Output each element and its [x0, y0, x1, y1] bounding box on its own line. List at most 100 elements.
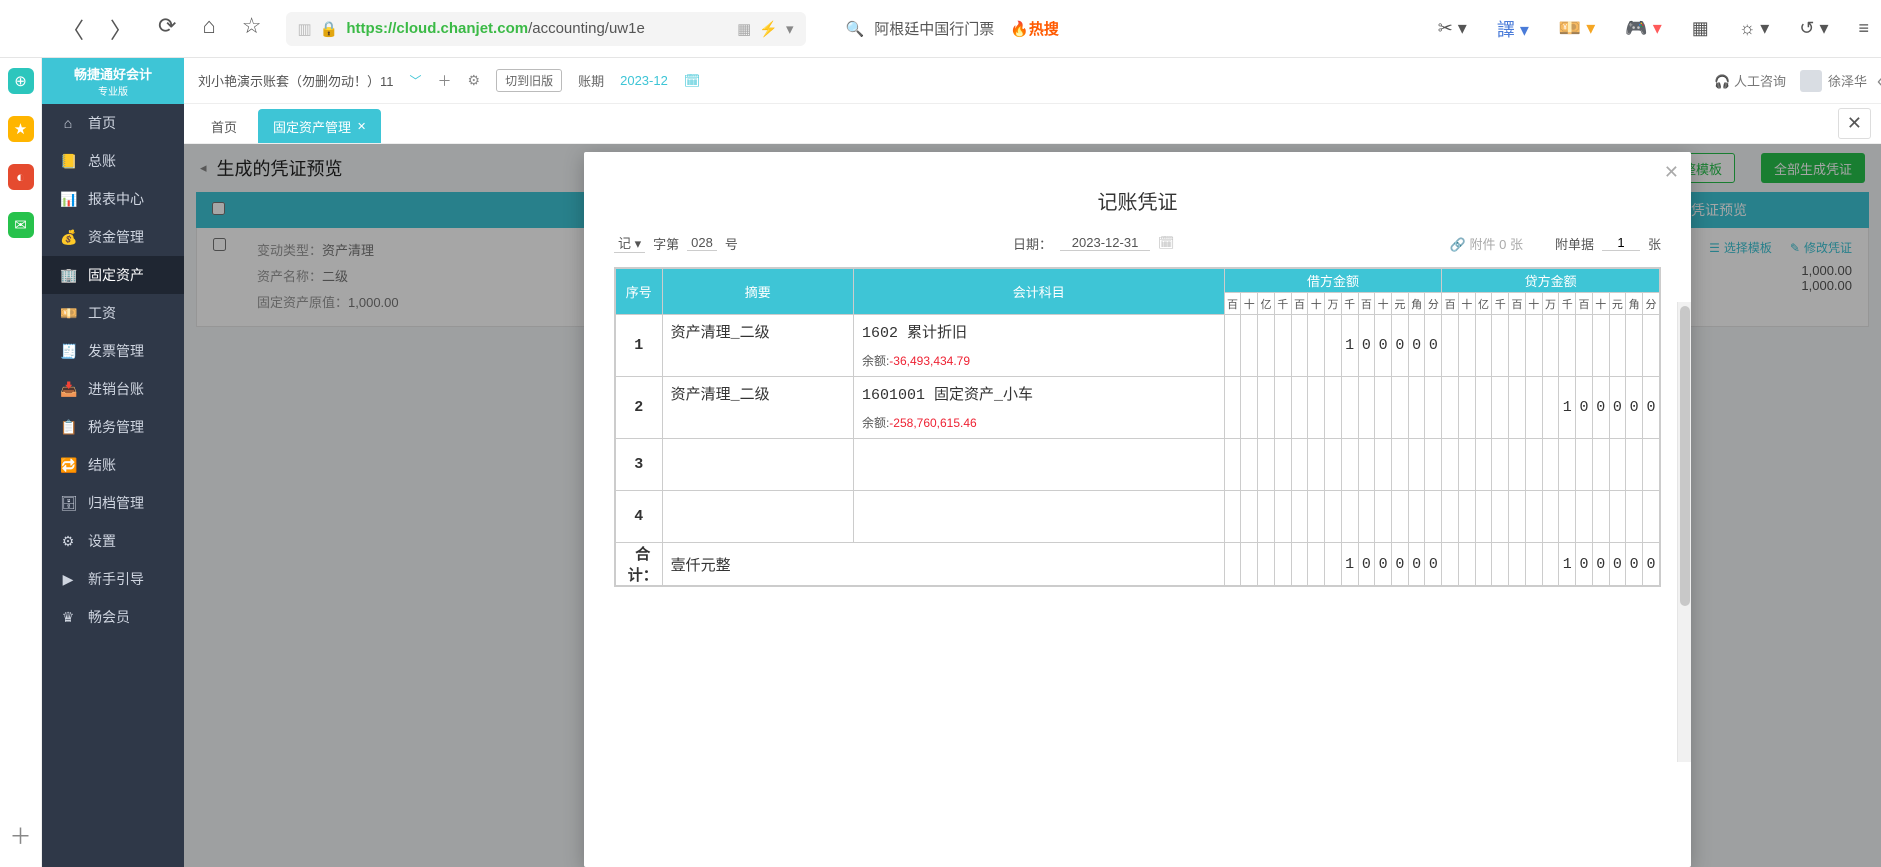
tab-home[interactable]: 首页: [196, 109, 252, 143]
os-app-1[interactable]: ⊕: [8, 68, 34, 94]
app-sidebar: 畅捷通好会计 专业版 ⌂首页 📒 总账 📊 报表中心 💰资金管理🏢固定资产 💴 工资 🧾 发票管理…: [42, 58, 184, 867]
lock-icon: 🔒: [320, 20, 339, 38]
wallet-icon[interactable]: 💴 ▾: [1559, 18, 1595, 39]
sidebar-item-label: 新手引导: [88, 569, 144, 589]
tab-fixed-assets[interactable]: 固定资产管理✕: [258, 109, 381, 143]
sidebar-item-0[interactable]: ⌂首页: [42, 104, 184, 142]
address-bar[interactable]: ▥ 🔒 https://cloud.chanjet.com/accounting…: [286, 12, 806, 46]
shield-icon: ▥: [298, 20, 312, 38]
os-add[interactable]: ＋: [9, 819, 31, 851]
sidebar-item-13[interactable]: ♛畅会员: [42, 598, 184, 636]
search-query: 阿根廷中国行门票: [874, 18, 994, 39]
sidebar-item-12[interactable]: ▶ 新手引导: [42, 560, 184, 598]
home-icon[interactable]: ⌂: [202, 13, 215, 45]
voucher-type[interactable]: 记 ▾: [614, 233, 645, 253]
account-dropdown-icon[interactable]: ﹀: [410, 72, 422, 89]
close-icon[interactable]: ✕: [357, 120, 366, 133]
forward-icon[interactable]: 〉: [110, 13, 132, 45]
translate-icon[interactable]: 譯 ▾: [1497, 16, 1529, 42]
scissors-icon[interactable]: ✂ ▾: [1438, 18, 1467, 39]
star-icon[interactable]: ☆: [242, 13, 262, 45]
voucher-number[interactable]: 028: [687, 235, 717, 251]
os-app-2[interactable]: ★: [8, 116, 34, 142]
user-name: 徐泽华: [1828, 71, 1867, 90]
sidebar-icon: 📋: [60, 419, 76, 436]
reload-icon[interactable]: ⟳: [158, 13, 176, 45]
fudan-input[interactable]: [1602, 235, 1640, 251]
close-all-tabs[interactable]: ✕: [1838, 108, 1871, 139]
calendar-icon[interactable]: 🗓: [1158, 235, 1175, 251]
sidebar-item-label: 首页: [88, 113, 116, 133]
voucher-row[interactable]: 2资产清理_二级1601001 固定资产_小车余额:-258,760,615.4…: [616, 377, 1660, 439]
scrollbar-thumb[interactable]: [1680, 306, 1690, 606]
close-panel-icon[interactable]: ‹: [1877, 71, 1881, 92]
tabs: 首页 固定资产管理✕ ✕: [184, 104, 1881, 144]
voucher-table: 序号 摘要 会计科目 借方金额 贷方金额 百十亿千百十万千百十元角分百十亿千百十…: [614, 267, 1661, 587]
qr-icon[interactable]: ▦: [737, 20, 751, 38]
menu-icon[interactable]: ≡: [1858, 18, 1869, 39]
sidebar-icon: 🧾: [60, 343, 76, 360]
sidebar-item-9[interactable]: 🔁结账: [42, 446, 184, 484]
sidebar-item-label: 设置: [88, 531, 116, 551]
account-name: 刘小艳演示账套（勿删勿动！）11: [198, 71, 394, 90]
sidebar-icon: 🔁: [60, 457, 76, 474]
voucher-date[interactable]: 2023-12-31: [1060, 235, 1150, 251]
sidebar-item-4[interactable]: 🏢固定资产: [42, 256, 184, 294]
close-icon[interactable]: ✕: [1664, 162, 1679, 183]
sidebar-item-8[interactable]: 📋 税务管理: [42, 408, 184, 446]
history-icon[interactable]: ↺ ▾: [1799, 18, 1828, 39]
sidebar-icon: 💴: [60, 305, 76, 322]
sidebar-item-7[interactable]: 📥 进销台账: [42, 370, 184, 408]
sidebar-item-3[interactable]: 💰资金管理: [42, 218, 184, 256]
game-icon[interactable]: 🎮 ▾: [1625, 18, 1661, 39]
voucher-row[interactable]: 3: [616, 439, 1660, 491]
sidebar-item-label: 工资: [88, 303, 116, 323]
voucher-modal: ✕ 记账凭证 记 ▾ 字第 028 号 日期： 2023-12-31 🗓 🔗 附…: [584, 152, 1691, 867]
url-text: https://cloud.chanjet.com/accounting/uw1…: [346, 20, 644, 37]
headset-icon[interactable]: 🎧 人工咨询: [1714, 71, 1786, 90]
brand: 畅捷通好会计 专业版: [42, 58, 184, 104]
add-icon[interactable]: ＋: [438, 71, 452, 91]
period-label: 账期: [578, 71, 604, 90]
sun-icon[interactable]: ☼ ▾: [1739, 18, 1770, 39]
hot-badge: 🔥热搜: [1010, 18, 1059, 39]
scrollbar[interactable]: [1677, 302, 1691, 762]
voucher-row[interactable]: 4: [616, 491, 1660, 543]
sidebar-icon: 📊: [60, 191, 76, 208]
calendar-icon[interactable]: 🗓: [684, 73, 701, 89]
os-app-3[interactable]: ◐: [8, 164, 34, 190]
browser-chrome: 〈 〉 ⟳ ⌂ ☆ ▥ 🔒 https://cloud.chanjet.com/…: [0, 0, 1881, 58]
os-sidebar: ⊕ ★ ◐ ✉ ＋: [0, 58, 42, 867]
os-app-4[interactable]: ✉: [8, 212, 34, 238]
search-icon: 🔍: [846, 20, 865, 38]
attachment-link[interactable]: 🔗 附件 0 张: [1450, 234, 1523, 253]
sidebar-icon: 🗄: [60, 495, 76, 512]
bolt-icon[interactable]: ⚡: [759, 20, 778, 38]
sidebar-item-10[interactable]: 🗄 归档管理: [42, 484, 184, 522]
period-value[interactable]: 2023-12: [620, 73, 668, 88]
sidebar-item-label: 总账: [88, 151, 116, 171]
switch-old-button[interactable]: 切到旧版: [496, 69, 562, 92]
sidebar-item-label: 税务管理: [88, 417, 144, 437]
sidebar-item-label: 进销台账: [88, 379, 144, 399]
sidebar-item-label: 发票管理: [88, 341, 144, 361]
sidebar-icon: 🏢: [60, 267, 76, 284]
sidebar-item-1[interactable]: 📒 总账: [42, 142, 184, 180]
voucher-row[interactable]: 1资产清理_二级1602 累计折旧余额:-36,493,434.79100000: [616, 315, 1660, 377]
back-icon[interactable]: 〈: [62, 13, 84, 45]
sidebar-item-label: 归档管理: [88, 493, 144, 513]
search-box[interactable]: 🔍 阿根廷中国行门票 🔥热搜: [846, 18, 1059, 39]
avatar[interactable]: [1800, 70, 1822, 92]
grid-icon[interactable]: ▦: [1692, 18, 1709, 39]
chevron-down-icon[interactable]: ▾: [786, 20, 794, 38]
sidebar-icon: ▶: [60, 571, 76, 588]
gear-icon[interactable]: ⚙: [468, 72, 481, 89]
sidebar-icon: 📒: [60, 153, 76, 170]
modal-title: 记账凭证: [584, 186, 1691, 215]
sidebar-item-label: 报表中心: [88, 189, 144, 209]
sidebar-item-6[interactable]: 🧾 发票管理: [42, 332, 184, 370]
sidebar-icon: 📥: [60, 381, 76, 398]
sidebar-item-5[interactable]: 💴 工资: [42, 294, 184, 332]
sidebar-item-2[interactable]: 📊 报表中心: [42, 180, 184, 218]
sidebar-item-11[interactable]: ⚙设置: [42, 522, 184, 560]
